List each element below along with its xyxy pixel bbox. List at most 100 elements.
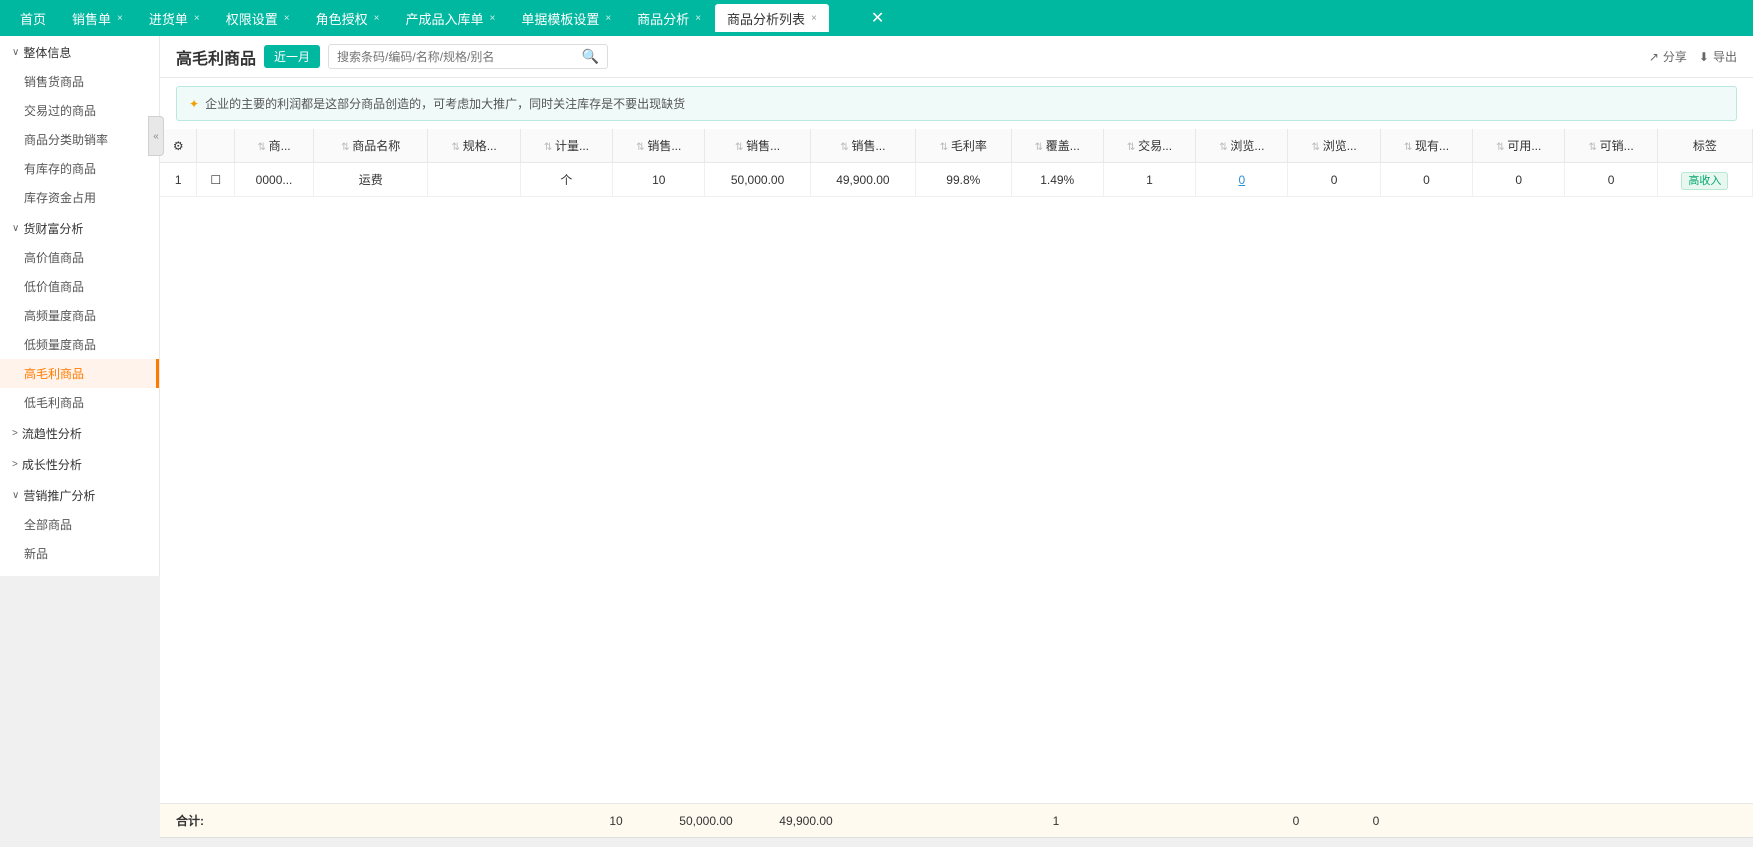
col-header-coverage[interactable]: 覆盖... (1011, 129, 1103, 163)
close-all-tabs[interactable]: ✕ (871, 8, 884, 28)
col-header-name[interactable]: 商品名称 (313, 129, 428, 163)
sidebar-item-high-value[interactable]: 高价值商品 (0, 243, 159, 272)
col-header-available[interactable]: 可用... (1473, 129, 1565, 163)
sidebar-item-goods-analysis[interactable]: 商品分类助销率 (0, 125, 159, 154)
nav-tab-sales[interactable]: 销售单 × (60, 4, 135, 32)
col-header-checkbox (197, 129, 235, 163)
footer-label: 合计: (176, 812, 256, 829)
sidebar-item-label: 高毛利商品 (24, 367, 84, 381)
sidebar-item-in-stock-goods[interactable]: 有库存的商品 (0, 154, 159, 183)
tab-close-icon[interactable]: × (284, 13, 290, 24)
col-header-browse2[interactable]: 浏览... (1288, 129, 1380, 163)
sidebar-section-marketing-analysis[interactable]: ∨ 营销推广分析 (0, 479, 159, 510)
export-btn[interactable]: ⬇ 导出 (1699, 48, 1737, 65)
bottom-scrollbar[interactable] (160, 837, 1753, 847)
sidebar-item-label: 低频量度商品 (24, 338, 96, 352)
nav-tab-label: 商品分析列表 (727, 9, 805, 28)
section-label: 成长性分析 (22, 456, 82, 473)
header-actions: ↗ 分享 ⬇ 导出 (1649, 48, 1737, 65)
export-icon: ⬇ (1699, 50, 1709, 64)
col-header-code[interactable]: 商... (235, 129, 314, 163)
row-in-stock: 0 (1380, 163, 1472, 197)
sidebar-section-value-analysis[interactable]: ∨ 货财富分析 (0, 212, 159, 243)
col-header-trade[interactable]: 交易... (1103, 129, 1195, 163)
page-title: 高毛利商品 (176, 45, 256, 69)
nav-tab-permission[interactable]: 权限设置 × (214, 4, 302, 32)
sidebar-collapse-btn[interactable]: « (148, 116, 164, 156)
nav-tab-label: 销售单 (72, 9, 111, 28)
sidebar-item-low-freq[interactable]: 低频量度商品 (0, 330, 159, 359)
search-input[interactable] (337, 50, 578, 64)
share-btn[interactable]: ↗ 分享 (1649, 48, 1687, 65)
nav-tab-label: 单据模板设置 (521, 9, 599, 28)
nav-tab-home[interactable]: 首页 (8, 4, 58, 32)
tab-close-icon[interactable]: × (194, 13, 200, 24)
tab-close-icon[interactable]: × (695, 13, 701, 24)
sidebar-item-inventory-occupied[interactable]: 库存资金占用 (0, 183, 159, 212)
sidebar-item-low-margin[interactable]: 低毛利商品 (0, 388, 159, 417)
nav-tab-purchase[interactable]: 进货单× (137, 4, 212, 32)
tab-close-icon[interactable]: × (374, 13, 380, 24)
nav-tab-product-analysis-list[interactable]: 商品分析列表 × (715, 4, 829, 32)
section-arrow: ∨ (12, 47, 19, 58)
bulb-icon: ✦ (189, 97, 199, 111)
col-header-unit[interactable]: 计量... (520, 129, 612, 163)
col-header-sales-qty[interactable]: 销售... (613, 129, 705, 163)
sidebar: ∨ 整体信息 销售货商品交易过的商品商品分类助销率有库存的商品库存资金占用 ∨ … (0, 36, 160, 576)
row-unit: 个 (520, 163, 612, 197)
row-saleable: 0 (1565, 163, 1657, 197)
footer-sales-cost: 49,900.00 (756, 814, 856, 828)
tab-close-icon[interactable]: × (605, 13, 611, 24)
col-header-in-stock[interactable]: 现有... (1380, 129, 1472, 163)
sidebar-item-all-goods[interactable]: 全部商品 (0, 510, 159, 539)
nav-tab-order-template[interactable]: 单据模板设置 × (509, 4, 623, 32)
sidebar-item-label: 交易过的商品 (24, 104, 96, 118)
row-code: 0000... (235, 163, 314, 197)
sidebar-section-trend-analysis[interactable]: > 流趋性分析 (0, 417, 159, 448)
nav-tab-role[interactable]: 角色授权× (304, 4, 392, 32)
table-footer: 合计: 10 50,000.00 49,900.00 1 0 0 (160, 803, 1753, 837)
row-checkbox[interactable]: ☐ (197, 163, 235, 197)
browse-link[interactable]: 0 (1238, 173, 1245, 187)
content-area: 高毛利商品 近一月 🔍 ↗ 分享 ⬇ 导出 ✦ 企业的主要的利润都是这部分商品创… (160, 36, 1753, 847)
row-sales-cost: 49,900.00 (810, 163, 915, 197)
sidebar-item-high-freq[interactable]: 高频量度商品 (0, 301, 159, 330)
table-container: ⚙商...商品名称规格...计量...销售...销售...销售...毛利率覆盖.… (160, 129, 1753, 803)
row-coverage: 1.49% (1011, 163, 1103, 197)
col-header-sales-cost[interactable]: 销售... (810, 129, 915, 163)
col-header-saleable[interactable]: 可销... (1565, 129, 1657, 163)
col-header-spec[interactable]: 规格... (428, 129, 520, 163)
sidebar-item-high-margin[interactable]: 高毛利商品 (0, 359, 159, 388)
sidebar-item-traded-goods[interactable]: 交易过的商品 (0, 96, 159, 125)
footer-values: 10 50,000.00 49,900.00 1 0 0 (256, 814, 1737, 828)
col-header-gross-rate[interactable]: 毛利率 (916, 129, 1011, 163)
sidebar-item-sales-goods[interactable]: 销售货商品 (0, 67, 159, 96)
sidebar-item-new-goods[interactable]: 新品 (0, 539, 159, 568)
section-arrow: ∨ (12, 490, 19, 501)
date-filter-btn[interactable]: 近一月 (264, 45, 320, 68)
nav-tab-label: 商品分析 (637, 9, 689, 28)
section-label: 整体信息 (23, 44, 71, 61)
footer-sales-qty: 10 (576, 814, 656, 828)
footer-trade: 1 (1016, 814, 1096, 828)
col-header-sales-amount[interactable]: 销售... (705, 129, 810, 163)
col-header-browse1[interactable]: 浏览... (1196, 129, 1288, 163)
nav-tab-product-entry[interactable]: 产成品入库单× (393, 4, 507, 32)
row-spec (428, 163, 520, 197)
nav-tab-label: 权限设置 (226, 9, 278, 28)
tab-close-icon[interactable]: × (811, 13, 817, 24)
row-trade: 1 (1103, 163, 1195, 197)
search-box: 🔍 (328, 44, 608, 69)
nav-tab-product-analysis[interactable]: 商品分析 × (625, 4, 713, 32)
info-text: 企业的主要的利润都是这部分商品创造的，可考虑加大推广，同时关注库存是不要出现缺货 (205, 95, 685, 112)
sidebar-section-growth-analysis[interactable]: > 成长性分析 (0, 448, 159, 479)
tab-close-icon[interactable]: × (117, 13, 123, 24)
tab-close-icon[interactable]: × (489, 13, 495, 24)
sidebar-item-label: 新品 (24, 547, 48, 561)
sidebar-section-overall[interactable]: ∨ 整体信息 (0, 36, 159, 67)
top-nav: 首页销售单×进货单×权限设置×角色授权×产成品入库单×单据模板设置×商品分析×商… (0, 0, 1753, 36)
sidebar-item-low-value[interactable]: 低价值商品 (0, 272, 159, 301)
row-sales-qty: 10 (613, 163, 705, 197)
section-label: 流趋性分析 (22, 425, 82, 442)
footer-available: 0 (1336, 814, 1416, 828)
